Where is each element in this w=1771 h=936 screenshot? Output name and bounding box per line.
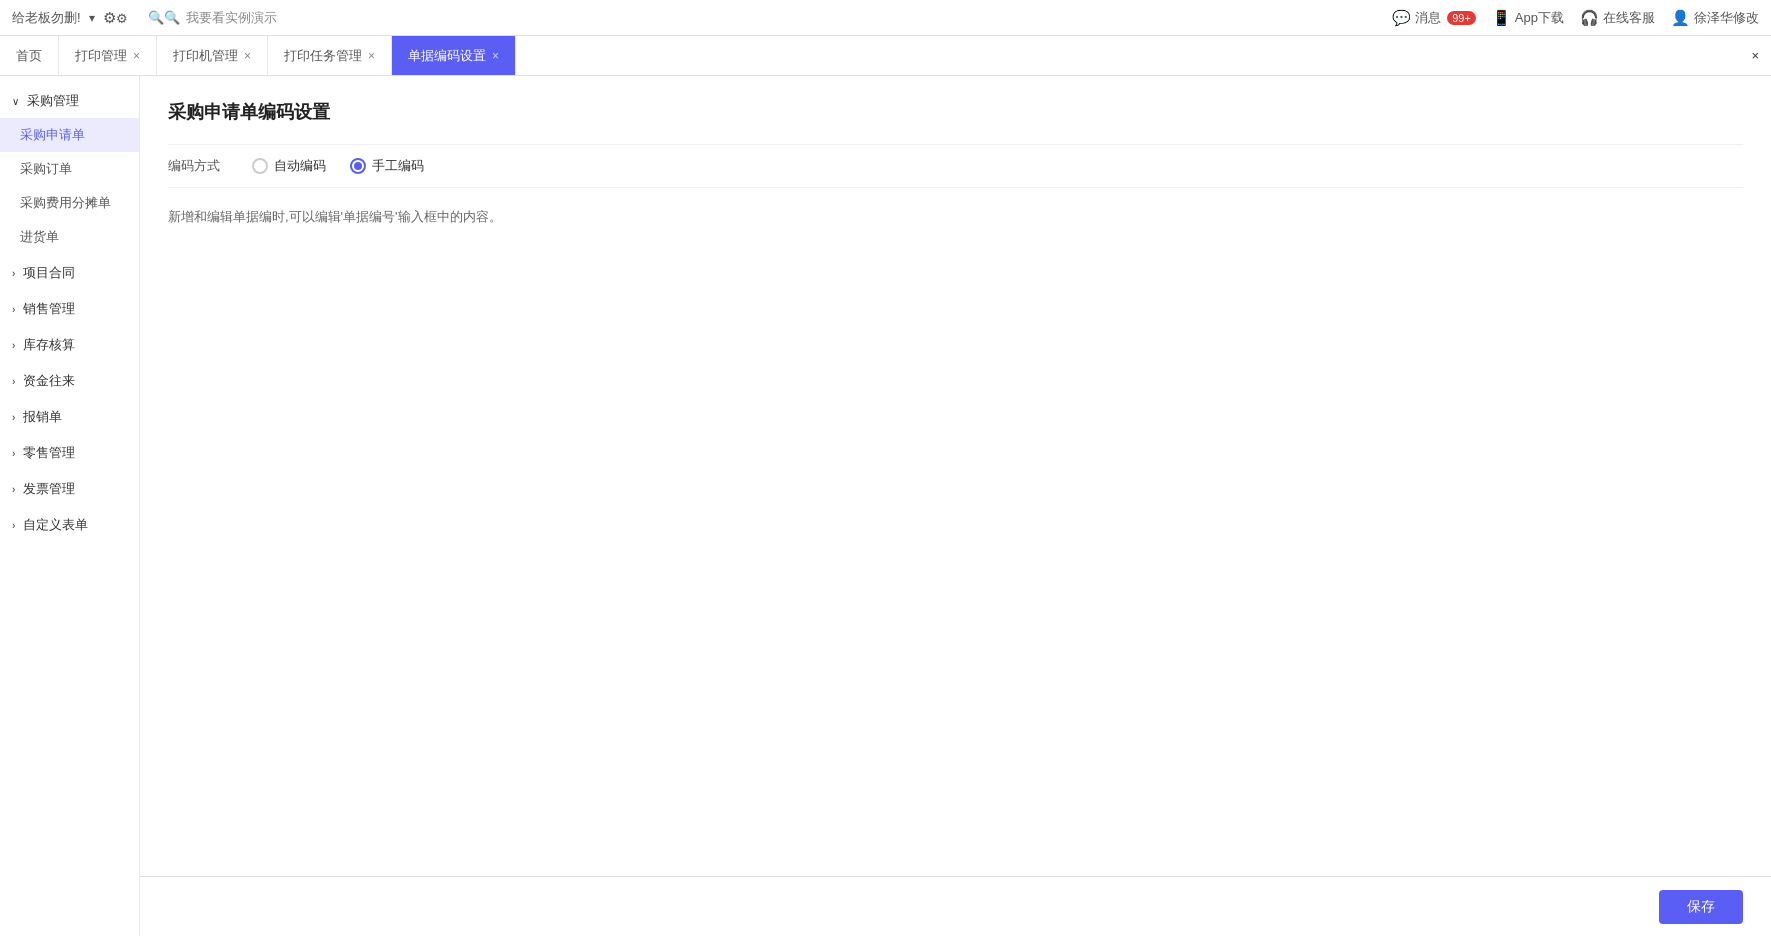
tab-encode-setting-close[interactable]: × [492, 49, 499, 63]
chevron-right-icon: › [12, 412, 15, 423]
app-label: App下载 [1515, 9, 1564, 27]
tab-printer-manage-close[interactable]: × [244, 49, 251, 63]
user-name: 徐泽华修改 [1694, 9, 1759, 27]
desc-text: 新增和编辑单据编时,可以编辑'单据编号'输入框中的内容。 [168, 208, 1743, 226]
msg-icon [1392, 9, 1411, 27]
sidebar-item-purchase-request[interactable]: 采购申请单 [0, 118, 139, 152]
chevron-right-icon: › [12, 376, 15, 387]
user-icon [1671, 9, 1690, 27]
sidebar-group-purchase-title[interactable]: ∨ 采购管理 [0, 84, 139, 118]
sidebar-group-finance-label: 资金往来 [23, 372, 75, 390]
sidebar-group-expense-claim-title[interactable]: › 报销单 [0, 400, 139, 434]
radio-manual-circle[interactable] [350, 158, 366, 174]
search-icon: 🔍 [148, 10, 180, 25]
sidebar-item-purchase-order-label: 采购订单 [20, 160, 72, 178]
radio-auto-circle[interactable] [252, 158, 268, 174]
settings-icon[interactable]: ⚙ [103, 9, 128, 27]
radio-auto-label[interactable]: 自动编码 [252, 157, 326, 175]
sidebar-item-purchase-goods[interactable]: 进货单 [0, 220, 139, 254]
content-inner: 采购申请单编码设置 编码方式 自动编码 手工编码 新增和编辑单据编时,可以编辑'… [140, 76, 1771, 876]
sidebar-item-purchase-goods-label: 进货单 [20, 228, 59, 246]
tab-bar-close[interactable]: × [1739, 36, 1771, 75]
app-download-button[interactable]: App下载 [1492, 9, 1564, 27]
encode-row: 编码方式 自动编码 手工编码 [168, 144, 1743, 188]
chevron-right-icon: › [12, 304, 15, 315]
chevron-right-icon: › [12, 448, 15, 459]
app-icon [1492, 9, 1511, 27]
top-bar-left: 给老板勿删! ⚙ 🔍 我要看实例演示 [12, 9, 277, 27]
save-button[interactable]: 保存 [1659, 890, 1743, 924]
chevron-down-icon: ∨ [12, 96, 19, 107]
sidebar-group-custom-form: › 自定义表单 [0, 508, 139, 542]
sidebar-group-retail-title[interactable]: › 零售管理 [0, 436, 139, 470]
tab-encode-setting-label: 单据编码设置 [408, 47, 486, 65]
chevron-right-icon: › [12, 268, 15, 279]
sidebar-group-expense-claim: › 报销单 [0, 400, 139, 434]
sidebar-group-custom-form-label: 自定义表单 [23, 516, 88, 534]
encode-label: 编码方式 [168, 157, 220, 175]
sidebar-group-sales-label: 销售管理 [23, 300, 75, 318]
radio-auto-text: 自动编码 [274, 157, 326, 175]
chevron-right-icon: › [12, 484, 15, 495]
sidebar-group-sales-title[interactable]: › 销售管理 [0, 292, 139, 326]
tab-print-manage-label: 打印管理 [75, 47, 127, 65]
sidebar-item-purchase-order[interactable]: 采购订单 [0, 152, 139, 186]
top-bar-right: 消息 99+ App下载 在线客服 徐泽华修改 [1392, 9, 1759, 27]
tab-print-task[interactable]: 打印任务管理 × [268, 36, 392, 75]
sidebar-group-retail-label: 零售管理 [23, 444, 75, 462]
sidebar-item-purchase-expense-label: 采购费用分摊单 [20, 194, 111, 212]
sidebar-group-sales: › 销售管理 [0, 292, 139, 326]
search-placeholder: 我要看实例演示 [186, 9, 277, 27]
sidebar-group-inventory-label: 库存核算 [23, 336, 75, 354]
radio-manual-text: 手工编码 [372, 157, 424, 175]
tab-home[interactable]: 首页 [0, 36, 59, 75]
sidebar-group-purchase: ∨ 采购管理 采购申请单 采购订单 采购费用分摊单 进货单 [0, 84, 139, 254]
tab-print-manage-close[interactable]: × [133, 49, 140, 63]
msg-badge: 99+ [1447, 11, 1476, 25]
sidebar-group-retail: › 零售管理 [0, 436, 139, 470]
tab-printer-manage[interactable]: 打印机管理 × [157, 36, 268, 75]
sidebar-group-invoice-label: 发票管理 [23, 480, 75, 498]
radio-group: 自动编码 手工编码 [252, 157, 424, 175]
sidebar-group-inventory-title[interactable]: › 库存核算 [0, 328, 139, 362]
sidebar: ∨ 采购管理 采购申请单 采购订单 采购费用分摊单 进货单 › 项目合同 [0, 76, 140, 936]
service-icon [1580, 9, 1599, 27]
sidebar-group-expense-claim-label: 报销单 [23, 408, 62, 426]
tab-bar: 首页 打印管理 × 打印机管理 × 打印任务管理 × 单据编码设置 × × [0, 36, 1771, 76]
tab-home-label: 首页 [16, 47, 42, 65]
sidebar-group-invoice: › 发票管理 [0, 472, 139, 506]
tab-print-manage[interactable]: 打印管理 × [59, 36, 157, 75]
search-area[interactable]: 🔍 我要看实例演示 [148, 9, 277, 27]
sidebar-group-project-title[interactable]: › 项目合同 [0, 256, 139, 290]
user-profile[interactable]: 徐泽华修改 [1671, 9, 1759, 27]
sidebar-group-invoice-title[interactable]: › 发票管理 [0, 472, 139, 506]
service-label: 在线客服 [1603, 9, 1655, 27]
tab-print-task-close[interactable]: × [368, 49, 375, 63]
chevron-right-icon: › [12, 340, 15, 351]
sidebar-group-finance: › 资金往来 [0, 364, 139, 398]
brand-label: 给老板勿删! [12, 9, 81, 27]
chevron-right-icon: › [12, 520, 15, 531]
sidebar-item-purchase-expense[interactable]: 采购费用分摊单 [0, 186, 139, 220]
msg-label: 消息 [1415, 9, 1441, 27]
footer-bar: 保存 [140, 876, 1771, 936]
radio-manual-label[interactable]: 手工编码 [350, 157, 424, 175]
sidebar-group-custom-form-title[interactable]: › 自定义表单 [0, 508, 139, 542]
brand-dropdown-icon[interactable] [89, 10, 95, 25]
content-area: 采购申请单编码设置 编码方式 自动编码 手工编码 新增和编辑单据编时,可以编辑'… [140, 76, 1771, 936]
sidebar-group-inventory: › 库存核算 [0, 328, 139, 362]
tab-print-task-label: 打印任务管理 [284, 47, 362, 65]
top-bar: 给老板勿删! ⚙ 🔍 我要看实例演示 消息 99+ App下载 在线客服 徐泽华… [0, 0, 1771, 36]
main-layout: ∨ 采购管理 采购申请单 采购订单 采购费用分摊单 进货单 › 项目合同 [0, 76, 1771, 936]
tab-printer-manage-label: 打印机管理 [173, 47, 238, 65]
service-button[interactable]: 在线客服 [1580, 9, 1655, 27]
sidebar-item-purchase-request-label: 采购申请单 [20, 126, 85, 144]
page-title: 采购申请单编码设置 [168, 100, 1743, 124]
sidebar-group-project-label: 项目合同 [23, 264, 75, 282]
sidebar-group-finance-title[interactable]: › 资金往来 [0, 364, 139, 398]
sidebar-group-purchase-label: 采购管理 [27, 92, 79, 110]
msg-button[interactable]: 消息 99+ [1392, 9, 1476, 27]
sidebar-group-project: › 项目合同 [0, 256, 139, 290]
tab-encode-setting[interactable]: 单据编码设置 × [392, 36, 516, 75]
